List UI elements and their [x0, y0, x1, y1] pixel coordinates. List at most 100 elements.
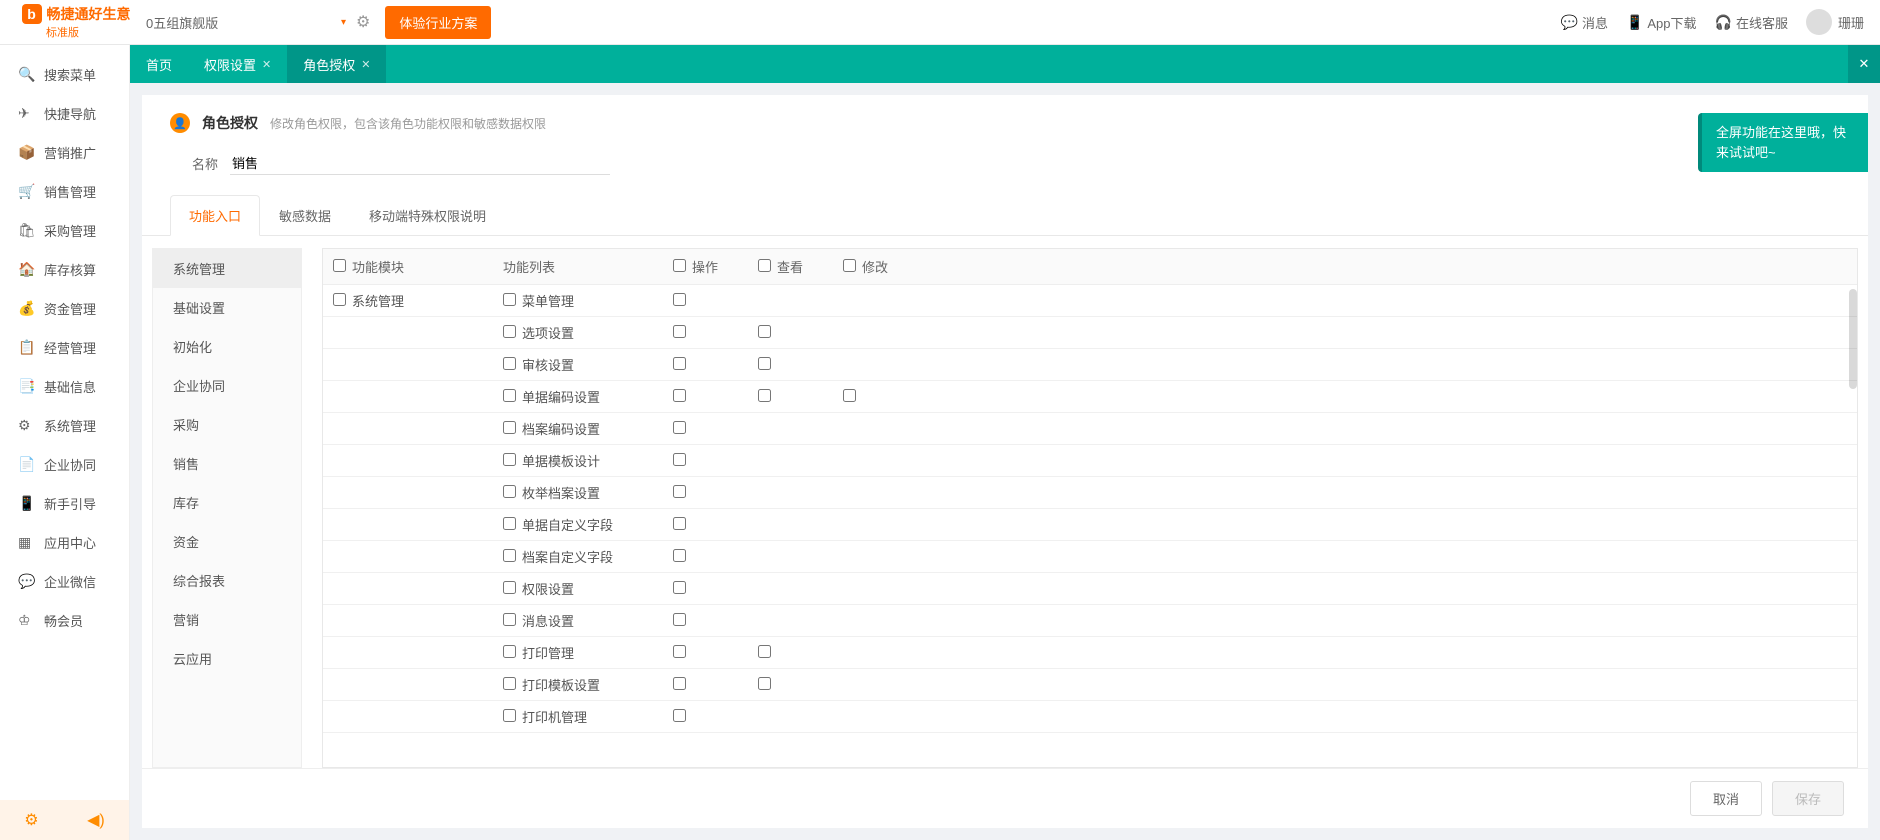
module-item-10[interactable]: 云应用: [153, 639, 301, 678]
gear-icon[interactable]: ⚙: [356, 12, 370, 32]
sidebar-item-9[interactable]: ⚙系统管理: [0, 406, 129, 445]
sidebar-item-14[interactable]: ♔畅会员: [0, 601, 129, 640]
messages-link[interactable]: 💬 消息: [1561, 13, 1608, 32]
op-checkbox[interactable]: [673, 581, 686, 594]
sidebar-icon: 💬: [18, 573, 34, 590]
user-menu[interactable]: 珊珊: [1806, 9, 1864, 35]
module-item-8[interactable]: 综合报表: [153, 561, 301, 600]
edit-checkbox[interactable]: [843, 389, 856, 402]
phone-icon: 📱: [1626, 14, 1643, 31]
func-checkbox[interactable]: [503, 389, 516, 402]
op-checkbox[interactable]: [673, 517, 686, 530]
op-checkbox[interactable]: [673, 549, 686, 562]
close-icon[interactable]: ✕: [262, 58, 271, 71]
tab-2[interactable]: 角色授权✕: [287, 45, 386, 83]
op-checkbox[interactable]: [673, 453, 686, 466]
module-item-0[interactable]: 系统管理: [153, 249, 301, 288]
sidebar-item-11[interactable]: 📱新手引导: [0, 484, 129, 523]
save-button[interactable]: 保存: [1772, 781, 1844, 816]
select-all-view-checkbox[interactable]: [758, 259, 771, 272]
module-checkbox[interactable]: [333, 293, 346, 306]
module-item-4[interactable]: 采购: [153, 405, 301, 444]
tab-1[interactable]: 权限设置 ✕: [188, 45, 287, 83]
table-row: 枚举档案设置: [323, 477, 1857, 509]
func-checkbox[interactable]: [503, 485, 516, 498]
op-checkbox[interactable]: [673, 613, 686, 626]
close-icon[interactable]: ✕: [361, 58, 370, 71]
func-checkbox[interactable]: [503, 613, 516, 626]
op-checkbox[interactable]: [673, 485, 686, 498]
op-checkbox[interactable]: [673, 357, 686, 370]
sidebar-item-12[interactable]: ▦应用中心: [0, 523, 129, 562]
sidebar-item-label: 销售管理: [44, 182, 96, 201]
func-checkbox[interactable]: [503, 293, 516, 306]
table-row: 单据模板设计: [323, 445, 1857, 477]
sidebar-item-4[interactable]: 🛍采购管理: [0, 211, 129, 250]
module-item-7[interactable]: 资金: [153, 522, 301, 561]
op-checkbox[interactable]: [673, 421, 686, 434]
sidebar-item-1[interactable]: ✈快捷导航: [0, 94, 129, 133]
permission-table-wrap[interactable]: 功能模块 功能列表 操作 查看 修改 系统管理菜单管理选项设置审核设置单据编码设…: [322, 248, 1858, 768]
sidebar-item-7[interactable]: 📋经营管理: [0, 328, 129, 367]
role-name-input[interactable]: [230, 151, 610, 175]
module-item-2[interactable]: 初始化: [153, 327, 301, 366]
func-checkbox[interactable]: [503, 357, 516, 370]
sidebar-item-2[interactable]: 📦营销推广: [0, 133, 129, 172]
op-checkbox[interactable]: [673, 325, 686, 338]
module-item-3[interactable]: 企业协同: [153, 366, 301, 405]
func-checkbox[interactable]: [503, 677, 516, 690]
func-checkbox[interactable]: [503, 581, 516, 594]
view-checkbox[interactable]: [758, 357, 771, 370]
col-header-func: 功能列表: [493, 249, 663, 285]
op-checkbox[interactable]: [673, 389, 686, 402]
module-item-9[interactable]: 营销: [153, 600, 301, 639]
func-checkbox[interactable]: [503, 325, 516, 338]
customer-service-link[interactable]: 🎧 在线客服: [1715, 13, 1788, 32]
op-checkbox[interactable]: [673, 293, 686, 306]
sub-tab-1[interactable]: 敏感数据: [260, 195, 350, 236]
view-checkbox[interactable]: [758, 325, 771, 338]
select-all-edit-checkbox[interactable]: [843, 259, 856, 272]
sub-tab-0[interactable]: 功能入口: [170, 195, 260, 236]
sidebar-item-3[interactable]: 🛒销售管理: [0, 172, 129, 211]
func-checkbox[interactable]: [503, 517, 516, 530]
select-all-op-checkbox[interactable]: [673, 259, 686, 272]
func-checkbox[interactable]: [503, 453, 516, 466]
sidebar-item-6[interactable]: 💰资金管理: [0, 289, 129, 328]
func-checkbox[interactable]: [503, 549, 516, 562]
view-checkbox[interactable]: [758, 677, 771, 690]
func-checkbox[interactable]: [503, 709, 516, 722]
settings-icon[interactable]: ⚙: [24, 810, 38, 830]
func-checkbox[interactable]: [503, 645, 516, 658]
sidebar-item-0[interactable]: 🔍搜索菜单: [0, 55, 129, 94]
module-item-5[interactable]: 销售: [153, 444, 301, 483]
sidebar-item-8[interactable]: 📑基础信息: [0, 367, 129, 406]
app-download-link[interactable]: 📱 App下载: [1626, 13, 1697, 32]
org-selector[interactable]: 0五组旗舰版 ▾: [146, 13, 346, 32]
module-list: 系统管理基础设置初始化企业协同采购销售库存资金综合报表营销云应用: [152, 248, 302, 768]
view-checkbox[interactable]: [758, 645, 771, 658]
module-item-1[interactable]: 基础设置: [153, 288, 301, 327]
sidebar-icon: 📦: [18, 144, 34, 161]
func-checkbox[interactable]: [503, 421, 516, 434]
promo-button[interactable]: 体验行业方案: [385, 6, 491, 39]
collapse-icon[interactable]: ◀): [87, 810, 105, 830]
tab-label: 权限设置: [204, 55, 256, 74]
close-all-tabs-button[interactable]: ✕: [1848, 45, 1880, 83]
sub-tab-2[interactable]: 移动端特殊权限说明: [350, 195, 505, 236]
sidebar-icon: ✈: [18, 105, 34, 122]
sidebar-item-10[interactable]: 📄企业协同: [0, 445, 129, 484]
view-checkbox[interactable]: [758, 389, 771, 402]
select-all-module-checkbox[interactable]: [333, 259, 346, 272]
permission-table: 功能模块 功能列表 操作 查看 修改 系统管理菜单管理选项设置审核设置单据编码设…: [323, 249, 1857, 733]
tab-0[interactable]: 首页: [130, 45, 188, 83]
module-item-6[interactable]: 库存: [153, 483, 301, 522]
sidebar-item-5[interactable]: 🏠库存核算: [0, 250, 129, 289]
op-checkbox[interactable]: [673, 645, 686, 658]
table-row: 打印模板设置: [323, 669, 1857, 701]
cancel-button[interactable]: 取消: [1690, 781, 1762, 816]
scrollbar-thumb[interactable]: [1849, 289, 1857, 389]
op-checkbox[interactable]: [673, 677, 686, 690]
sidebar-item-13[interactable]: 💬企业微信: [0, 562, 129, 601]
op-checkbox[interactable]: [673, 709, 686, 722]
